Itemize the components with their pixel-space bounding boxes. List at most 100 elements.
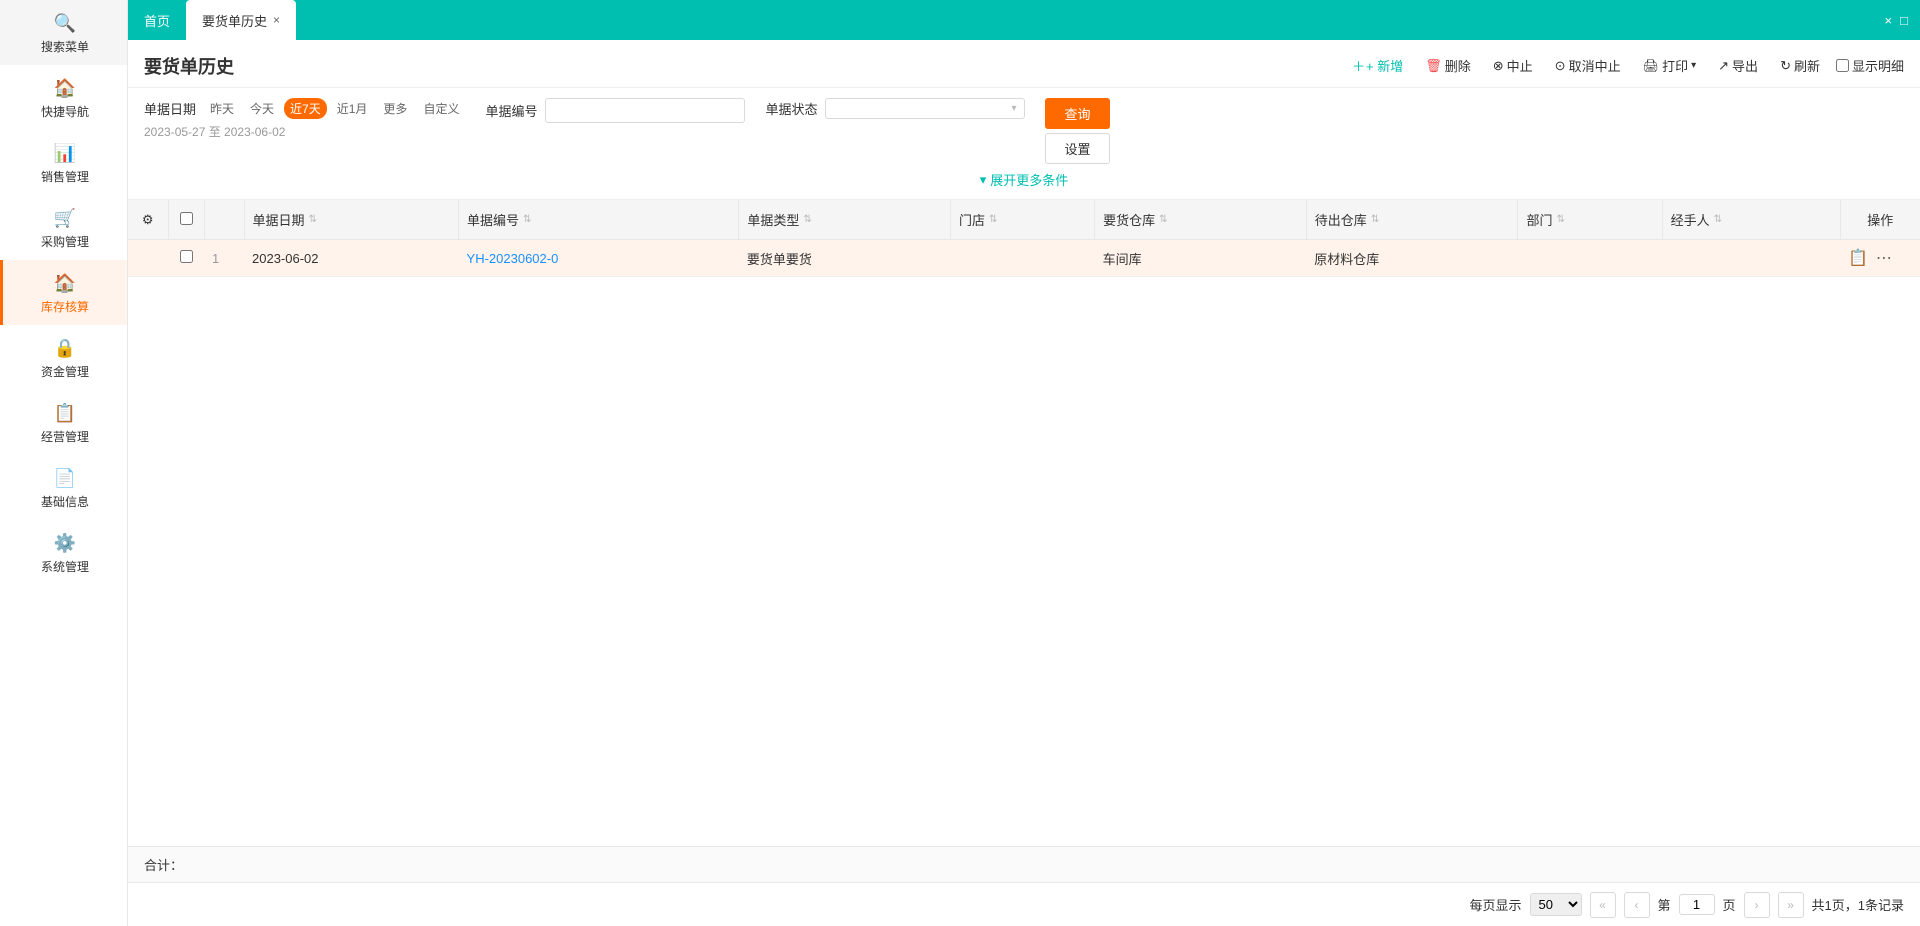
row-checkbox[interactable] bbox=[180, 250, 193, 263]
row-edit-icon[interactable]: 📋 bbox=[1848, 248, 1868, 268]
date-range-display: 2023-05-27 至 2023-06-02 bbox=[144, 123, 465, 140]
refresh-button[interactable]: ↻ 刷新 bbox=[1774, 52, 1826, 79]
date-yesterday[interactable]: 昨天 bbox=[204, 98, 240, 119]
sidebar-item-operations[interactable]: 📋 经营管理 bbox=[0, 390, 127, 455]
page-suffix: 页 bbox=[1723, 895, 1736, 914]
sort-department-icon: ⇅ bbox=[1557, 214, 1565, 225]
row-more-icon[interactable]: ⋯ bbox=[1876, 248, 1892, 268]
export-button[interactable]: ↗ 导出 bbox=[1712, 52, 1764, 79]
td-doc-date: 2023-06-02 bbox=[244, 240, 459, 277]
th-pending-warehouse[interactable]: 待出仓库 ⇅ bbox=[1306, 200, 1518, 240]
delete-button[interactable]: 🗑 删除 bbox=[1419, 52, 1477, 79]
date-custom[interactable]: 自定义 bbox=[417, 98, 465, 119]
sort-handler-icon: ⇅ bbox=[1714, 214, 1722, 225]
sidebar: 🔍 搜索菜单 🏠 快捷导航 📊 销售管理 🛒 采购管理 🏠 库存核算 🔒 资金管… bbox=[0, 0, 128, 926]
pagination: 每页显示 50 100 200 « ‹ 第 页 › » 共1页，1条记录 bbox=[128, 882, 1920, 926]
doc-no-link[interactable]: YH-20230602-0 bbox=[467, 251, 559, 266]
window-minimize-icon[interactable]: □ bbox=[1900, 13, 1908, 28]
refresh-icon: ↻ bbox=[1780, 58, 1791, 74]
select-all-checkbox[interactable] bbox=[180, 212, 193, 225]
status-label: 单据状态 bbox=[765, 99, 817, 118]
expand-more-button[interactable]: ▾ 展开更多条件 bbox=[144, 170, 1904, 189]
th-req-warehouse[interactable]: 要货仓库 ⇅ bbox=[1095, 200, 1307, 240]
date-1month[interactable]: 近1月 bbox=[331, 98, 374, 119]
export-icon: ↗ bbox=[1718, 58, 1729, 74]
tab-home[interactable]: 首页 bbox=[128, 0, 186, 40]
doc-no-filter-group: 单据编号 bbox=[485, 98, 745, 123]
th-action: 操作 bbox=[1840, 200, 1920, 240]
per-page-select[interactable]: 50 100 200 bbox=[1530, 893, 1582, 916]
topbar-right: × □ bbox=[1885, 13, 1920, 28]
content: 要货单历史 ＋ + 新增 🗑 删除 ⊗ 中止 ⊙ 取消中止 bbox=[128, 40, 1920, 926]
sidebar-item-purchase[interactable]: 🛒 采购管理 bbox=[0, 195, 127, 260]
per-page-label: 每页显示 bbox=[1469, 895, 1521, 914]
td-department bbox=[1518, 240, 1662, 277]
td-doc-no[interactable]: YH-20230602-0 bbox=[459, 240, 739, 277]
th-checkbox[interactable] bbox=[168, 200, 204, 240]
th-doc-date[interactable]: 单据日期 ⇅ bbox=[244, 200, 459, 240]
th-department[interactable]: 部门 ⇅ bbox=[1518, 200, 1662, 240]
status-filter-group: 单据状态 ▾ bbox=[765, 98, 1025, 119]
sort-pending-warehouse-icon: ⇅ bbox=[1371, 214, 1379, 225]
page-title: 要货单历史 bbox=[144, 53, 1346, 79]
th-store[interactable]: 门店 ⇅ bbox=[951, 200, 1095, 240]
sidebar-item-search-menu[interactable]: 🔍 搜索菜单 bbox=[0, 0, 127, 65]
toolbar: ＋ + 新增 🗑 删除 ⊗ 中止 ⊙ 取消中止 🖨 打印 bbox=[1346, 52, 1904, 79]
sidebar-item-basic[interactable]: 📄 基础信息 bbox=[0, 455, 127, 520]
first-page-button[interactable]: « bbox=[1590, 892, 1616, 918]
next-page-button[interactable]: › bbox=[1744, 892, 1770, 918]
main-area: 首页 要货单历史 × × □ 要货单历史 ＋ + 新增 🗑 删除 bbox=[128, 0, 1920, 926]
tab-requisition-history[interactable]: 要货单历史 × bbox=[186, 0, 296, 40]
delete-icon: 🗑 bbox=[1425, 58, 1442, 74]
th-handler[interactable]: 经手人 ⇅ bbox=[1662, 200, 1840, 240]
search-menu-icon: 🔍 bbox=[54, 12, 76, 34]
date-filter-group: 单据日期 昨天 今天 近7天 近1月 更多 自定义 bbox=[144, 98, 465, 119]
date-7days[interactable]: 近7天 bbox=[284, 98, 327, 119]
doc-no-label: 单据编号 bbox=[485, 101, 537, 120]
sidebar-item-inventory[interactable]: 🏠 库存核算 bbox=[0, 260, 127, 325]
th-settings[interactable]: ⚙ bbox=[128, 200, 168, 240]
sort-doc-type-icon: ⇅ bbox=[803, 214, 811, 225]
status-dropdown-icon: ▾ bbox=[1011, 103, 1016, 114]
expand-more-icon: ▾ bbox=[980, 172, 987, 188]
td-handler bbox=[1662, 240, 1840, 277]
td-settings bbox=[128, 240, 168, 277]
filter-area: 单据日期 昨天 今天 近7天 近1月 更多 自定义 2023-05-27 至 2… bbox=[128, 88, 1920, 200]
th-doc-no[interactable]: 单据编号 ⇅ bbox=[459, 200, 739, 240]
th-doc-type[interactable]: 单据类型 ⇅ bbox=[739, 200, 951, 240]
suspend-icon: ⊗ bbox=[1493, 58, 1504, 74]
display-cell-checkbox[interactable] bbox=[1836, 59, 1849, 72]
td-req-warehouse: 车间库 bbox=[1095, 240, 1307, 277]
sort-doc-no-icon: ⇅ bbox=[523, 214, 531, 225]
print-dropdown-icon: ▾ bbox=[1691, 60, 1696, 71]
window-close-icon[interactable]: × bbox=[1885, 13, 1893, 28]
quick-nav-icon: 🏠 bbox=[54, 77, 76, 99]
sidebar-item-finance[interactable]: 🔒 资金管理 bbox=[0, 325, 127, 390]
cancel-suspend-button[interactable]: ⊙ 取消中止 bbox=[1549, 52, 1627, 79]
basic-icon: 📄 bbox=[54, 467, 76, 489]
inventory-icon: 🏠 bbox=[54, 272, 76, 294]
finance-icon: 🔒 bbox=[54, 337, 76, 359]
suspend-button[interactable]: ⊗ 中止 bbox=[1487, 52, 1539, 79]
last-page-button[interactable]: » bbox=[1778, 892, 1804, 918]
print-button[interactable]: 🖨 打印 ▾ bbox=[1637, 52, 1703, 79]
setting-button[interactable]: 设置 bbox=[1045, 133, 1109, 164]
date-more[interactable]: 更多 bbox=[377, 98, 413, 119]
sidebar-item-system[interactable]: ⚙️ 系统管理 bbox=[0, 520, 127, 585]
td-checkbox[interactable] bbox=[168, 240, 204, 277]
prev-page-button[interactable]: ‹ bbox=[1624, 892, 1650, 918]
date-today[interactable]: 今天 bbox=[244, 98, 280, 119]
display-cell-button[interactable]: 显示明细 bbox=[1836, 56, 1904, 75]
sidebar-item-quick-nav[interactable]: 🏠 快捷导航 bbox=[0, 65, 127, 130]
close-tab-icon[interactable]: × bbox=[273, 13, 280, 27]
search-button[interactable]: 查询 bbox=[1045, 98, 1109, 129]
sidebar-item-sales[interactable]: 📊 销售管理 bbox=[0, 130, 127, 195]
doc-no-input[interactable] bbox=[545, 98, 745, 123]
page-input[interactable] bbox=[1679, 894, 1715, 915]
table-row: 1 2023-06-02 YH-20230602-0 要货单要货 车间库 原材料… bbox=[128, 240, 1920, 277]
operations-icon: 📋 bbox=[54, 402, 76, 424]
td-action: 📋 ⋯ bbox=[1840, 240, 1920, 277]
new-button[interactable]: ＋ + 新增 bbox=[1346, 52, 1409, 79]
status-select[interactable]: ▾ bbox=[825, 98, 1025, 119]
page-header: 要货单历史 ＋ + 新增 🗑 删除 ⊗ 中止 ⊙ 取消中止 bbox=[128, 40, 1920, 88]
